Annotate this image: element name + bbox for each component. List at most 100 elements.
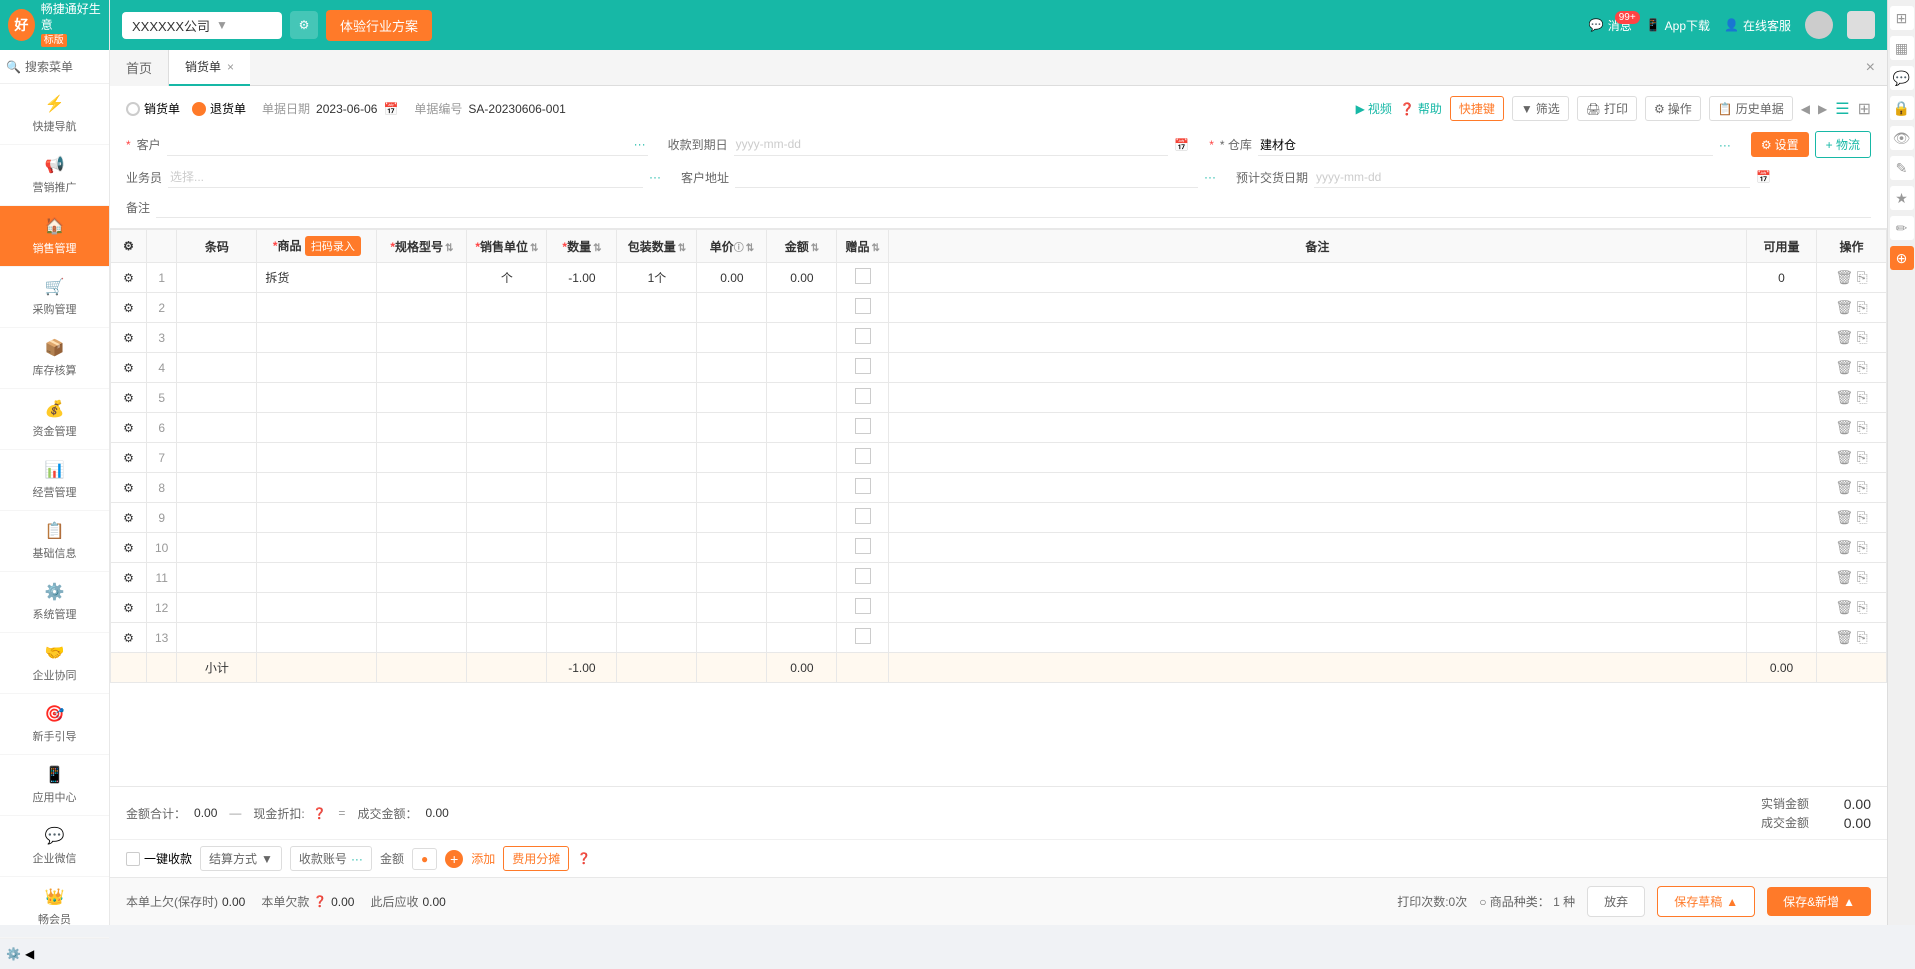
company-selector[interactable]: XXXXXX公司 ▼ xyxy=(122,12,282,39)
row-spec[interactable] xyxy=(377,413,467,443)
row-product[interactable] xyxy=(257,293,377,323)
delete-icon[interactable]: 🗑 xyxy=(1835,329,1853,345)
row-price[interactable]: 0.00 xyxy=(697,263,767,293)
copy-icon[interactable]: ⎘ xyxy=(1856,449,1867,465)
row-unit[interactable] xyxy=(467,563,547,593)
sidebar-item-marketing[interactable]: 📢 营销推广 xyxy=(0,145,109,206)
row-product[interactable] xyxy=(257,533,377,563)
sidebar-item-inventory[interactable]: 📦 库存核算 xyxy=(0,328,109,389)
tab-home[interactable]: 首页 xyxy=(110,50,169,86)
row-qty[interactable] xyxy=(547,563,617,593)
copy-icon[interactable]: ⎘ xyxy=(1856,599,1867,615)
row-unit[interactable] xyxy=(467,473,547,503)
scan-button[interactable]: 扫码录入 xyxy=(305,236,361,256)
checkbox-product-icon[interactable]: ○ xyxy=(1479,895,1486,909)
row-unit[interactable] xyxy=(467,503,547,533)
row-remark[interactable] xyxy=(888,533,1746,563)
row-spec[interactable] xyxy=(377,263,467,293)
row-price[interactable] xyxy=(697,353,767,383)
gift-checkbox[interactable] xyxy=(855,568,871,584)
row-barcode[interactable] xyxy=(177,413,257,443)
row-packqty[interactable] xyxy=(617,293,697,323)
row-unit[interactable] xyxy=(467,323,547,353)
calendar-icon[interactable]: 📅 xyxy=(383,102,398,116)
row-barcode[interactable] xyxy=(177,533,257,563)
row-barcode[interactable] xyxy=(177,593,257,623)
row-barcode[interactable] xyxy=(177,473,257,503)
copy-icon[interactable]: ⎘ xyxy=(1856,419,1867,435)
row-spec[interactable] xyxy=(377,323,467,353)
copy-icon[interactable]: ⎘ xyxy=(1856,269,1867,285)
row-remark[interactable] xyxy=(888,623,1746,653)
expected-calendar-icon[interactable]: 📅 xyxy=(1756,170,1771,184)
trial-button[interactable]: 体验行业方案 xyxy=(326,10,432,41)
row-unit[interactable]: 个 xyxy=(467,263,547,293)
row-spec[interactable] xyxy=(377,473,467,503)
row-barcode[interactable] xyxy=(177,503,257,533)
sidebar-item-sales[interactable]: 🏠 销售管理 xyxy=(0,206,109,267)
row-product[interactable] xyxy=(257,563,377,593)
row-price[interactable] xyxy=(697,323,767,353)
radio-return-order[interactable]: 退货单 xyxy=(192,100,246,117)
row-qty[interactable] xyxy=(547,383,617,413)
row-amount[interactable] xyxy=(767,473,837,503)
gift-checkbox[interactable] xyxy=(855,538,871,554)
row-barcode[interactable] xyxy=(177,383,257,413)
sidebar-item-finance[interactable]: 💰 资金管理 xyxy=(0,389,109,450)
copy-icon[interactable]: ⎘ xyxy=(1856,389,1867,405)
row-price[interactable] xyxy=(697,473,767,503)
delete-icon[interactable]: 🗑 xyxy=(1835,539,1853,555)
row-qty[interactable] xyxy=(547,353,617,383)
row-price[interactable] xyxy=(697,563,767,593)
copy-icon[interactable]: ⎘ xyxy=(1856,299,1867,315)
row-remark[interactable] xyxy=(888,503,1746,533)
gift-checkbox[interactable] xyxy=(855,418,871,434)
delete-icon[interactable]: 🗑 xyxy=(1835,629,1853,645)
discard-button[interactable]: 放弃 xyxy=(1587,886,1645,917)
row-unit[interactable] xyxy=(467,413,547,443)
row-unit[interactable] xyxy=(467,443,547,473)
row-qty[interactable] xyxy=(547,533,617,563)
print-button[interactable]: 🖨 打印 xyxy=(1577,96,1637,121)
tab-close-icon[interactable]: × xyxy=(227,60,234,74)
row-unit[interactable] xyxy=(467,293,547,323)
delete-icon[interactable]: 🗑 xyxy=(1835,299,1853,315)
row-product[interactable] xyxy=(257,623,377,653)
row-amount[interactable] xyxy=(767,323,837,353)
row-settings[interactable]: ⚙ xyxy=(111,593,147,623)
delete-icon[interactable]: 🗑 xyxy=(1835,509,1853,525)
row-gift[interactable] xyxy=(837,383,888,413)
sidebar-item-guide[interactable]: 🎯 新手引导 xyxy=(0,694,109,755)
copy-icon[interactable]: ⎘ xyxy=(1856,329,1867,345)
payment-calendar-icon[interactable]: 📅 xyxy=(1174,138,1189,152)
sidebar-item-system[interactable]: ⚙️ 系统管理 xyxy=(0,572,109,633)
tab-end-button[interactable]: × xyxy=(1854,59,1887,77)
row-amount[interactable] xyxy=(767,503,837,533)
delete-icon[interactable]: 🗑 xyxy=(1835,569,1853,585)
row-packqty[interactable] xyxy=(617,533,697,563)
operate-button[interactable]: ⚙ 操作 xyxy=(1645,96,1701,121)
row-qty[interactable] xyxy=(547,293,617,323)
row-product[interactable] xyxy=(257,413,377,443)
row-amount[interactable] xyxy=(767,533,837,563)
row-spec[interactable] xyxy=(377,533,467,563)
right-btn-grid2[interactable]: ⊞ xyxy=(1890,6,1914,30)
row-remark[interactable] xyxy=(888,383,1746,413)
row-remark[interactable] xyxy=(888,323,1746,353)
right-btn-lock[interactable]: 🔒 xyxy=(1890,96,1914,120)
message-button[interactable]: 💬 消息 99+ xyxy=(1589,17,1632,34)
logistics-button[interactable]: + 物流 xyxy=(1815,131,1871,158)
copy-icon[interactable]: ⎘ xyxy=(1856,629,1867,645)
row-product[interactable] xyxy=(257,323,377,353)
row-price[interactable] xyxy=(697,413,767,443)
app-download-button[interactable]: 📱 App下载 xyxy=(1646,17,1710,34)
row-amount[interactable] xyxy=(767,593,837,623)
delete-icon[interactable]: 🗑 xyxy=(1835,479,1853,495)
copy-icon[interactable]: ⎘ xyxy=(1856,569,1867,585)
row-packqty[interactable] xyxy=(617,353,697,383)
row-packqty[interactable] xyxy=(617,563,697,593)
row-amount[interactable] xyxy=(767,623,837,653)
row-qty[interactable] xyxy=(547,443,617,473)
row-qty[interactable] xyxy=(547,473,617,503)
row-price[interactable] xyxy=(697,383,767,413)
